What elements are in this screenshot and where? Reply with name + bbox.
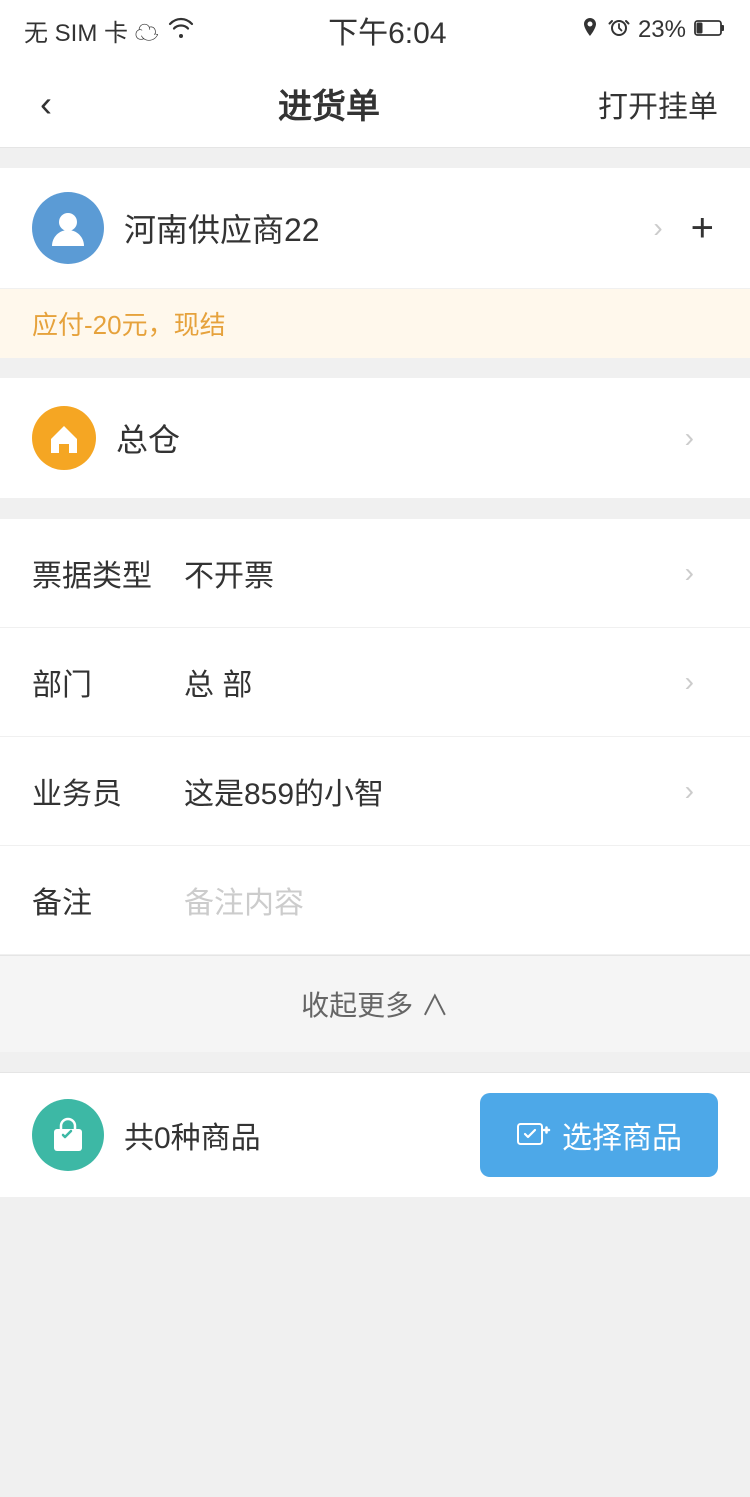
sim-text: 无 SIM 卡 ☁ [24, 13, 159, 48]
remark-input[interactable]: 备注内容 [152, 878, 718, 922]
invoice-type-label: 票据类型 [32, 551, 152, 595]
supplier-chevron-icon: › [653, 212, 662, 244]
select-product-button[interactable]: 选择商品 [480, 1093, 718, 1177]
supplier-row[interactable]: 河南供应商22 › + [0, 168, 750, 289]
warehouse-icon [32, 406, 96, 470]
form-section: 票据类型 不开票 › 部门 总 部 › 业务员 这是859的小智 › 备注 备注… [0, 519, 750, 955]
department-row[interactable]: 部门 总 部 › [0, 628, 750, 737]
collapse-label: 收起更多 ∧ [301, 984, 449, 1024]
department-chevron-icon: › [685, 666, 694, 698]
status-bar: 无 SIM 卡 ☁ 下午6:04 23% [0, 0, 750, 60]
section-divider-2 [0, 358, 750, 378]
product-icon [32, 1099, 104, 1171]
salesperson-chevron-icon: › [685, 775, 694, 807]
add-button[interactable]: + [687, 206, 718, 251]
back-button[interactable]: ‹ [32, 75, 60, 133]
section-divider-1 [0, 148, 750, 168]
product-row: 共0种商品 选择商品 [0, 1072, 750, 1197]
select-product-label: 选择商品 [562, 1113, 682, 1157]
salesperson-label: 业务员 [32, 769, 152, 813]
remark-label: 备注 [32, 878, 152, 922]
product-count: 共0种商品 [124, 1113, 480, 1157]
battery-icon [694, 16, 726, 44]
status-left: 无 SIM 卡 ☁ [24, 13, 195, 48]
section-divider-3 [0, 499, 750, 519]
notice-bar: 应付-20元，现结 [0, 289, 750, 358]
section-divider-4 [0, 1052, 750, 1072]
status-time: 下午6:04 [328, 8, 446, 52]
status-right: 23% [580, 16, 726, 45]
location-icon [580, 16, 600, 45]
open-pending-button[interactable]: 打开挂单 [598, 82, 718, 126]
supplier-name: 河南供应商22 [124, 205, 653, 251]
department-value: 总 部 [152, 660, 685, 704]
warehouse-name: 总仓 [116, 415, 685, 461]
warehouse-row[interactable]: 总仓 › [0, 378, 750, 499]
nav-bar: ‹ 进货单 打开挂单 [0, 60, 750, 148]
invoice-type-value: 不开票 [152, 551, 685, 595]
battery-text: 23% [638, 16, 686, 44]
remark-row[interactable]: 备注 备注内容 [0, 846, 750, 955]
salesperson-row[interactable]: 业务员 这是859的小智 › [0, 737, 750, 846]
invoice-type-chevron-icon: › [685, 557, 694, 589]
page-title: 进货单 [278, 79, 380, 128]
alarm-icon [608, 16, 630, 45]
collapse-row[interactable]: 收起更多 ∧ [0, 955, 750, 1052]
invoice-type-row[interactable]: 票据类型 不开票 › [0, 519, 750, 628]
supplier-section: 河南供应商22 › + 应付-20元，现结 [0, 168, 750, 358]
wifi-icon [167, 16, 195, 45]
department-label: 部门 [32, 660, 152, 704]
notice-text: 应付-20元，现结 [32, 310, 226, 340]
gray-bottom [0, 1197, 750, 1497]
salesperson-value: 这是859的小智 [152, 769, 685, 813]
warehouse-chevron-icon: › [685, 422, 694, 454]
supplier-avatar [32, 192, 104, 264]
